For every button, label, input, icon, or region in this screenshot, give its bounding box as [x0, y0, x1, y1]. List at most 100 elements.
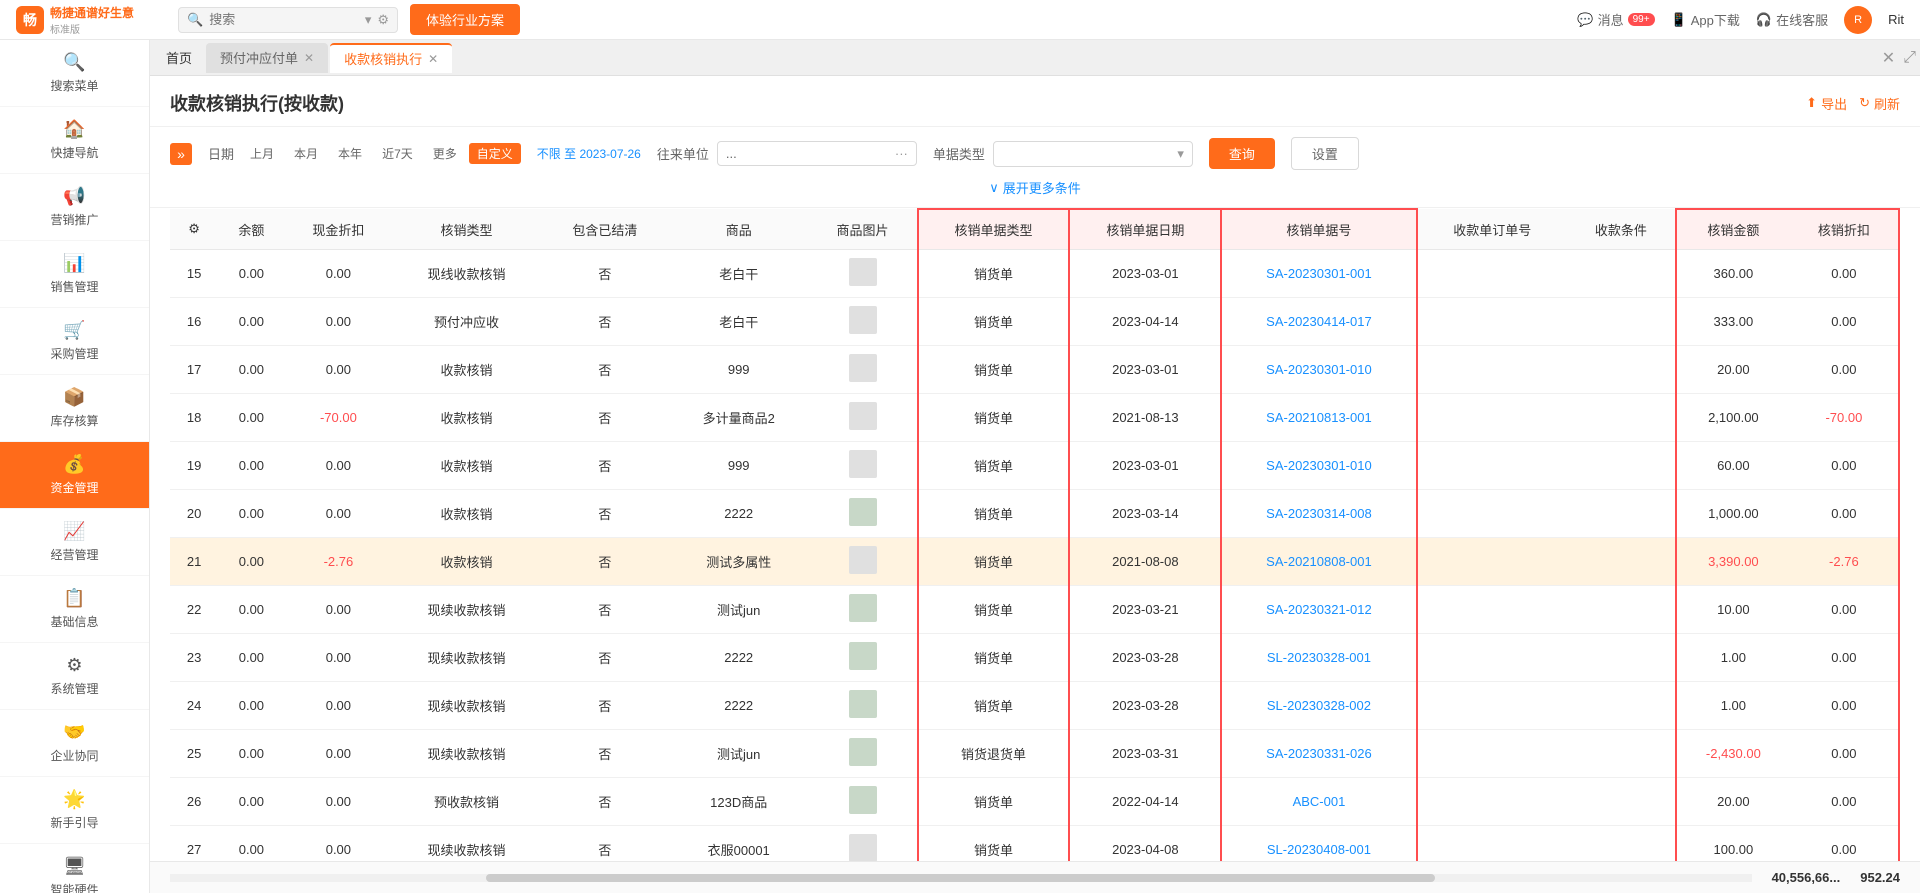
message-btn[interactable]: 💬 消息 99+: [1577, 10, 1654, 29]
tab-bar-actions: ✕ ⤢: [1882, 48, 1916, 68]
date-last-month[interactable]: 上月: [242, 143, 282, 164]
cell-writeoff-bill-type: 销货单: [918, 250, 1070, 298]
cell-writeoff-bill-type: 销货单: [918, 490, 1070, 538]
top-search-box[interactable]: 🔍 ▾ ⚙: [178, 7, 398, 33]
dropdown-icon: ▾: [365, 12, 372, 28]
cell-writeoff-bill-no[interactable]: SA-20230301-010: [1221, 442, 1416, 490]
cell-writeoff-bill-no[interactable]: SA-20230414-017: [1221, 298, 1416, 346]
date-this-year[interactable]: 本年: [330, 143, 370, 164]
export-btn[interactable]: ⬆ 导出: [1806, 94, 1847, 113]
sidebar-item-search[interactable]: 🔍 搜索菜单: [0, 40, 149, 107]
date-more[interactable]: 更多: [425, 143, 465, 164]
message-label: 消息: [1598, 10, 1624, 29]
cell-writeoff-bill-no[interactable]: SL-20230328-001: [1221, 634, 1416, 682]
sidebar-item-inventory[interactable]: 📦 库存核算: [0, 375, 149, 442]
table-container[interactable]: ⚙ 余额 现金折扣 核销类型 包含已结清 商品 商品图片 核销单据类型 核销单据…: [150, 208, 1920, 861]
cell-writeoff-discount: 0.00: [1790, 298, 1899, 346]
cell-writeoff-bill-no[interactable]: SA-20230331-026: [1221, 730, 1416, 778]
cell-writeoff-bill-no[interactable]: SA-20210808-001: [1221, 538, 1416, 586]
tab-prepay-close[interactable]: ✕: [304, 51, 314, 65]
gear-icon-top[interactable]: ⚙: [377, 12, 389, 28]
cell-goods: 老白干: [669, 250, 809, 298]
table-row: 16 0.00 0.00 预付冲应收 否 老白干 销货单 2023-04-14 …: [170, 298, 1899, 346]
table-row: 25 0.00 0.00 现续收款核销 否 测试jun 销货退货单 2023-0…: [170, 730, 1899, 778]
tab-close-all-icon[interactable]: ✕: [1882, 48, 1895, 68]
cell-verify-type: 收款核销: [392, 442, 541, 490]
cell-collection-order-no: [1417, 682, 1567, 730]
cell-writeoff-bill-no[interactable]: SL-20230408-001: [1221, 826, 1416, 862]
cell-writeoff-discount: -70.00: [1790, 394, 1899, 442]
data-table: ⚙ 余额 现金折扣 核销类型 包含已结清 商品 商品图片 核销单据类型 核销单据…: [170, 208, 1900, 861]
cell-cash-discount: 0.00: [285, 346, 393, 394]
sidebar-item-sales[interactable]: 📊 销售管理: [0, 241, 149, 308]
sidebar-item-purchase[interactable]: 🛒 采购管理: [0, 308, 149, 375]
search-input[interactable]: [209, 12, 359, 27]
counterparty-select[interactable]: ... ···: [717, 141, 917, 166]
cell-writeoff-bill-no[interactable]: SA-20210813-001: [1221, 394, 1416, 442]
top-bar: 畅 畅捷通谱好生意 标准版 🔍 ▾ ⚙ 体验行业方案 💬 消息 99+ 📱 Ap…: [0, 0, 1920, 40]
cell-writeoff-bill-no[interactable]: SL-20230328-002: [1221, 682, 1416, 730]
cell-collection-condition: [1567, 586, 1676, 634]
cell-writeoff-bill-no[interactable]: SA-20230301-001: [1221, 250, 1416, 298]
cell-balance: 0.00: [218, 490, 284, 538]
app-layout: 🔍 搜索菜单 🏠 快捷导航 📢 营销推广 📊 销售管理 🛒 采购管理 📦 库存核…: [0, 40, 1920, 893]
tab-home[interactable]: 首页: [154, 48, 204, 67]
cell-writeoff-bill-type: 销货单: [918, 442, 1070, 490]
cell-writeoff-bill-date: 2023-03-01: [1069, 250, 1221, 298]
cell-collection-condition: [1567, 346, 1676, 394]
table-row: 21 0.00 -2.76 收款核销 否 测试多属性 销货单 2021-08-0…: [170, 538, 1899, 586]
expand-more-btn[interactable]: ∨ 展开更多条件: [989, 178, 1081, 197]
date-custom[interactable]: 自定义: [469, 143, 521, 164]
cell-balance: 0.00: [218, 346, 284, 394]
tab-expand-icon[interactable]: ⤢: [1903, 49, 1916, 67]
sidebar-item-basic[interactable]: 📋 基础信息: [0, 576, 149, 643]
filter-collapse-btn[interactable]: »: [170, 143, 192, 165]
cell-balance: 0.00: [218, 298, 284, 346]
sidebar-item-marketing[interactable]: 📢 营销推广: [0, 174, 149, 241]
sidebar-item-newbie[interactable]: 🌟 新手引导: [0, 777, 149, 844]
cell-writeoff-bill-type: 销货单: [918, 682, 1070, 730]
trial-btn[interactable]: 体验行业方案: [410, 4, 520, 35]
cell-writeoff-discount: 0.00: [1790, 778, 1899, 826]
sidebar-item-operation[interactable]: 📈 经营管理: [0, 509, 149, 576]
cell-writeoff-bill-no[interactable]: SA-20230301-010: [1221, 346, 1416, 394]
cell-goods: 999: [669, 442, 809, 490]
cell-verify-type: 现续收款核销: [392, 634, 541, 682]
cell-no: 15: [170, 250, 218, 298]
tab-prepay[interactable]: 预付冲应付单 ✕: [206, 43, 328, 73]
cell-writeoff-bill-no[interactable]: SA-20230321-012: [1221, 586, 1416, 634]
cell-collection-condition: [1567, 394, 1676, 442]
cell-goods-img: [808, 634, 917, 682]
sidebar-item-enterprise[interactable]: 🤝 企业协同: [0, 710, 149, 777]
refresh-btn[interactable]: ↻ 刷新: [1859, 94, 1900, 113]
sidebar-item-finance[interactable]: 💰 资金管理: [0, 442, 149, 509]
cell-writeoff-amount: 20.00: [1676, 778, 1790, 826]
date-this-month[interactable]: 本月: [286, 143, 326, 164]
cell-cash-discount: -70.00: [285, 394, 393, 442]
app-download-btn[interactable]: 📱 App下载: [1671, 10, 1740, 29]
search-btn[interactable]: 查询: [1209, 138, 1275, 169]
online-service-btn[interactable]: 🎧 在线客服: [1756, 10, 1828, 29]
sidebar-item-system[interactable]: ⚙ 系统管理: [0, 643, 149, 710]
cell-writeoff-amount: 1.00: [1676, 634, 1790, 682]
cell-goods-img: [808, 394, 917, 442]
cell-writeoff-bill-no[interactable]: SA-20230314-008: [1221, 490, 1416, 538]
sidebar-item-quicknav[interactable]: 🏠 快捷导航: [0, 107, 149, 174]
sidebar-item-hardware[interactable]: 🖥 智能硬件: [0, 844, 149, 893]
cell-no: 23: [170, 634, 218, 682]
setting-btn[interactable]: 设置: [1291, 137, 1359, 170]
voucher-type-select[interactable]: ▾: [993, 141, 1193, 167]
page-content: 收款核销执行(按收款) ⬆ 导出 ↻ 刷新 » 日期: [150, 76, 1920, 893]
th-settings[interactable]: ⚙: [170, 209, 218, 250]
table-row: 15 0.00 0.00 现线收款核销 否 老白干 销货单 2023-03-01…: [170, 250, 1899, 298]
cell-goods-img: [808, 250, 917, 298]
cell-goods-img: [808, 682, 917, 730]
cell-cash-discount: 0.00: [285, 826, 393, 862]
cell-writeoff-bill-no[interactable]: ABC-001: [1221, 778, 1416, 826]
tab-collection-close[interactable]: ✕: [428, 52, 438, 66]
cell-goods: 测试jun: [669, 586, 809, 634]
tab-collection[interactable]: 收款核销执行 ✕: [330, 43, 452, 73]
date-last-7days[interactable]: 近7天: [374, 143, 421, 164]
inventory-icon: 📦: [63, 387, 85, 408]
cell-include-clear: 否: [541, 586, 669, 634]
